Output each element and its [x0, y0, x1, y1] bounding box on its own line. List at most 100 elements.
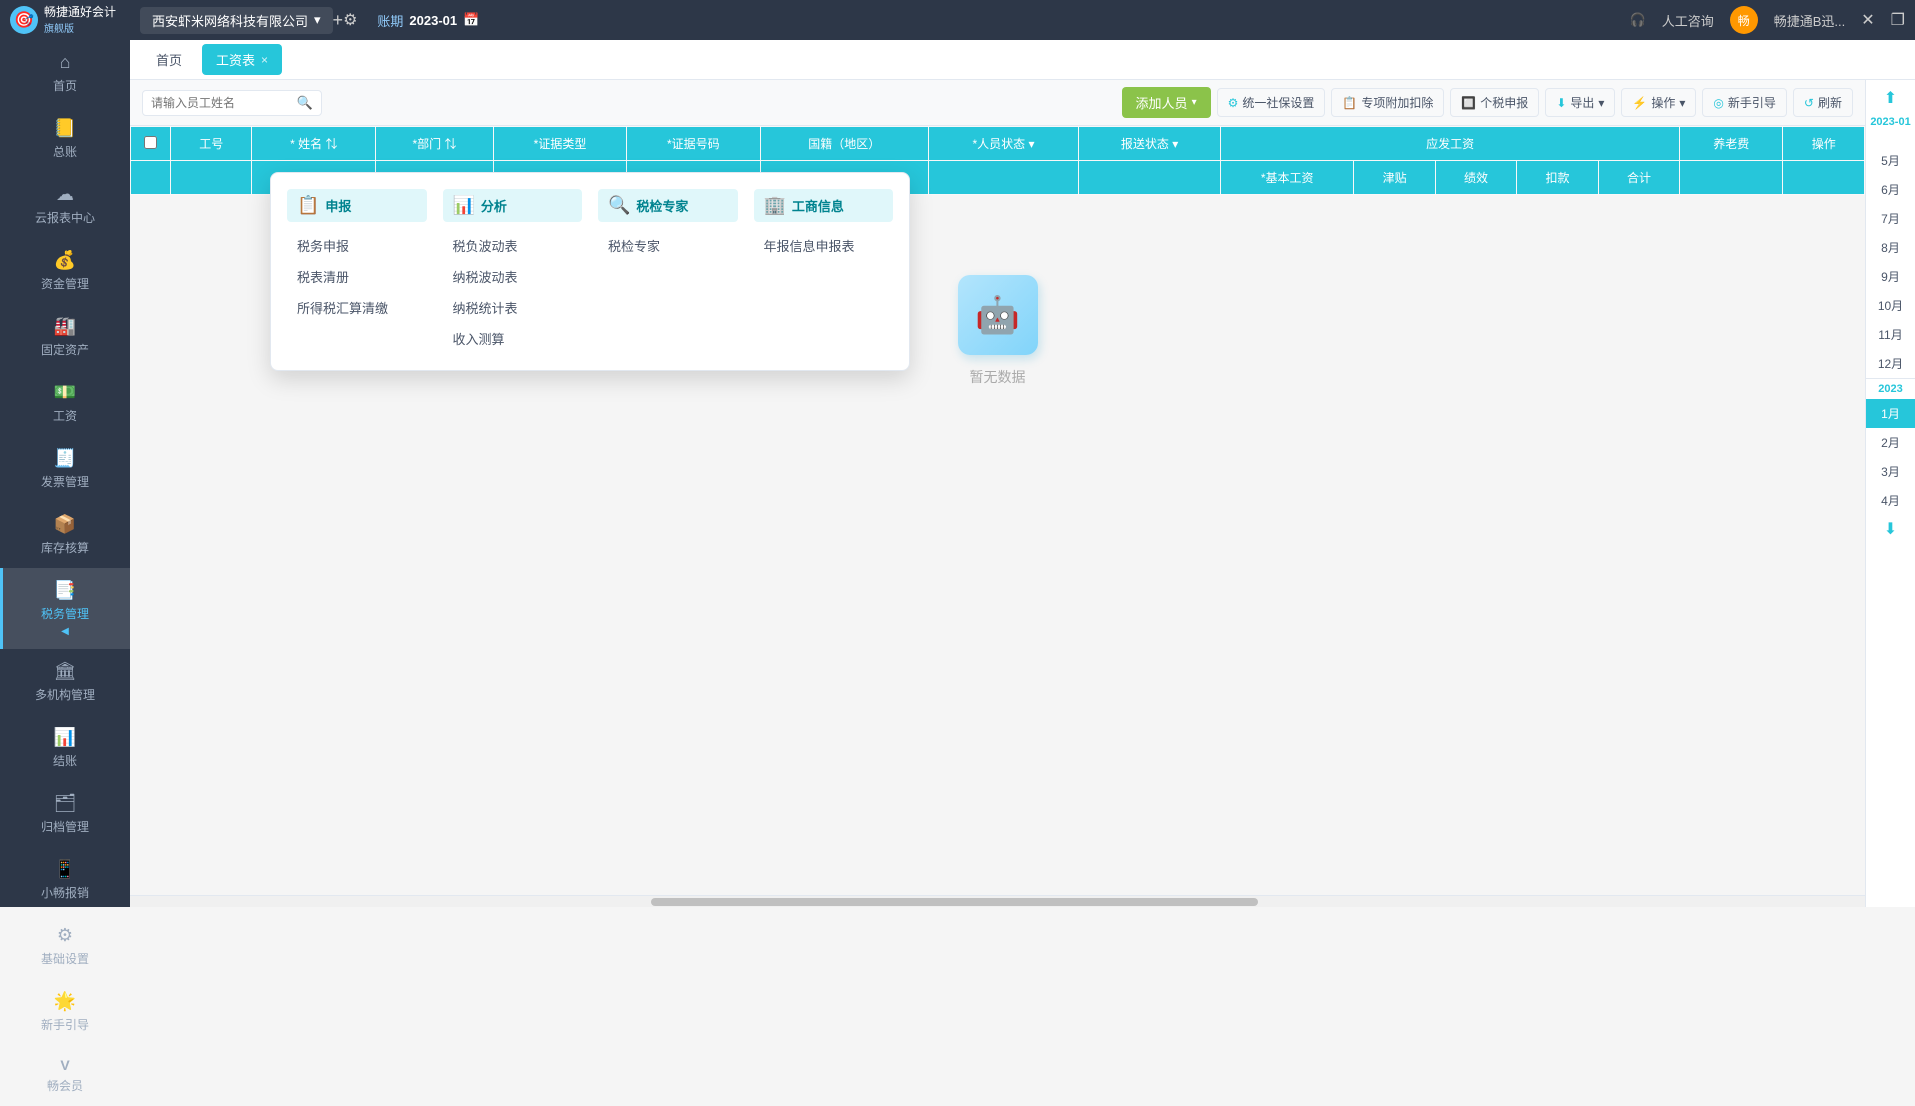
search-icon: 🔍 [297, 95, 313, 111]
customer-service-label[interactable]: 人工咨询 [1662, 11, 1714, 30]
export-icon: ⬇ [1556, 96, 1566, 110]
sidebar-item-salary[interactable]: 💵 工资 [0, 370, 130, 436]
sidebar-item-ledger[interactable]: 📒 总账 [0, 106, 130, 172]
th-status: *人员状态 ▾ [928, 127, 1078, 161]
th-allowance: 津贴 [1354, 161, 1435, 195]
logo-icon: 🎯 [10, 6, 38, 34]
menu-item-tax-expert[interactable]: 税检专家 [598, 230, 738, 261]
select-all-checkbox[interactable] [144, 136, 157, 149]
sidebar-item-settle[interactable]: 📊 结账 [0, 715, 130, 781]
cloud-icon: ☁ [56, 184, 74, 205]
period-label: 账期 [377, 11, 403, 30]
close-window-icon[interactable]: ✕ [1861, 10, 1874, 30]
th-check[interactable] [131, 127, 171, 161]
social-insurance-button[interactable]: ⚙ 统一社保设置 [1217, 88, 1326, 117]
sidebar-label-basic: 基础设置 [41, 950, 89, 967]
month-10[interactable]: 10月 [1866, 291, 1915, 320]
menu-section-shenbao: 📋 申报 税务申报 税表清册 所得税汇算清缴 [287, 189, 427, 354]
panel-down-arrow[interactable]: ⬇ [1880, 515, 1901, 543]
empty-text: 暂无数据 [970, 367, 1026, 387]
th-social: 养老费 [1680, 127, 1783, 161]
sidebar-label-fixed: 固定资产 [41, 341, 89, 358]
month-2[interactable]: 2月 [1866, 428, 1915, 457]
sidebar-item-home[interactable]: ⌂ 首页 [0, 40, 130, 106]
month-7[interactable]: 7月 [1866, 204, 1915, 233]
sidebar-label-inventory: 库存核算 [41, 539, 89, 556]
sidebar-label-invoice: 发票管理 [41, 473, 89, 490]
new-guide-button[interactable]: ◎ 新手引导 [1702, 88, 1787, 117]
invoice-icon: 🧾 [54, 448, 76, 469]
add-person-button[interactable]: 添加人员 ▾ [1122, 87, 1211, 118]
sidebar-item-multi[interactable]: 🏛 多机构管理 [0, 649, 130, 715]
month-3[interactable]: 3月 [1866, 457, 1915, 486]
sidebar-item-tax[interactable]: 📑 税务管理 ◀ [0, 568, 130, 649]
add-company-button[interactable]: + [333, 10, 344, 31]
sidebar-item-basic[interactable]: ⚙ 基础设置 [0, 913, 130, 979]
sidebar-item-archive[interactable]: 🗂 归档管理 [0, 781, 130, 847]
sidebar-item-invoice[interactable]: 🧾 发票管理 [0, 436, 130, 502]
sidebar-item-member[interactable]: V 畅会员 [0, 1045, 130, 1106]
settle-icon: 📊 [54, 727, 76, 748]
menu-item-tax-stats[interactable]: 纳税统计表 [443, 292, 583, 323]
export-button[interactable]: ⬇ 导出 ▾ [1545, 88, 1615, 117]
menu-item-income-estimate[interactable]: 收入测算 [443, 323, 583, 354]
menu-header-bizinfo: 🏢 工商信息 [754, 189, 894, 222]
sidebar-label-cloud: 云报表中心 [35, 209, 95, 226]
month-8[interactable]: 8月 [1866, 233, 1915, 262]
restore-window-icon[interactable]: ❐ [1891, 10, 1905, 30]
menu-item-income-tax[interactable]: 所得税汇算清缴 [287, 292, 427, 323]
sidebar-item-fixed[interactable]: 🏭 固定资产 [0, 304, 130, 370]
tax-icon: 📑 [54, 580, 76, 601]
period-display: 账期 2023-01 📅 [377, 11, 479, 30]
refresh-label: 刷新 [1818, 94, 1842, 111]
th-id-number: *证据号码 [627, 127, 760, 161]
sidebar-item-fund[interactable]: 💰 资金管理 [0, 238, 130, 304]
operation-button[interactable]: ⚡ 操作 ▾ [1621, 88, 1696, 117]
sidebar-item-inventory[interactable]: 📦 库存核算 [0, 502, 130, 568]
inventory-icon: 📦 [54, 514, 76, 535]
archive-icon: 🗂 [54, 793, 77, 814]
panel-up-arrow[interactable]: ⬆ [1880, 84, 1901, 112]
sidebar-item-cloud[interactable]: ☁ 云报表中心 [0, 172, 130, 238]
menu-header-fenxi: 📊 分析 [443, 189, 583, 222]
menu-item-tax-filing[interactable]: 税务申报 [287, 230, 427, 261]
header-actions: 🎧 人工咨询 畅 畅捷通B迅... ✕ ❐ [1630, 6, 1905, 34]
month-11[interactable]: 11月 [1866, 320, 1915, 349]
company-selector[interactable]: 西安虾米网络科技有限公司 ▾ [140, 7, 333, 34]
bottom-scrollbar[interactable] [130, 895, 1865, 907]
toolbar-right: 添加人员 ▾ ⚙ 统一社保设置 📋 专项附加扣除 🔲 [1122, 87, 1853, 118]
settings-icon[interactable]: ⚙ [343, 10, 357, 30]
sidebar-label-fund: 资金管理 [41, 275, 89, 292]
menu-item-tax-wave[interactable]: 纳税波动表 [443, 261, 583, 292]
toolbar: 🔍 添加人员 ▾ ⚙ 统一社保设置 📋 专项附加扣除 [130, 80, 1865, 126]
month-9[interactable]: 9月 [1866, 262, 1915, 291]
user-avatar[interactable]: 畅 [1730, 6, 1758, 34]
tab-home[interactable]: 首页 [140, 44, 198, 75]
user-name[interactable]: 畅捷通B迅... [1774, 11, 1846, 30]
personal-tax-button[interactable]: 🔲 个税申报 [1450, 88, 1539, 117]
menu-item-annual-report[interactable]: 年报信息申报表 [754, 230, 894, 261]
menu-item-tax-burden[interactable]: 税负波动表 [443, 230, 583, 261]
th-deduction: 扣款 [1517, 161, 1598, 195]
fixed-icon: 🏭 [54, 316, 76, 337]
month-5[interactable]: 5月 [1866, 146, 1915, 175]
month-1-active[interactable]: 1月 [1866, 399, 1915, 428]
sidebar-label-multi: 多机构管理 [35, 686, 95, 703]
month-4[interactable]: 4月 [1866, 486, 1915, 515]
refresh-button[interactable]: ↺ 刷新 [1793, 88, 1853, 117]
social-insurance-label: 统一社保设置 [1242, 94, 1314, 111]
sidebar-label-home: 首页 [53, 77, 77, 94]
th-social-sub [1680, 161, 1783, 195]
search-input[interactable] [151, 96, 293, 110]
month-6[interactable]: 6月 [1866, 175, 1915, 204]
salary-icon: 💵 [54, 382, 76, 403]
calendar-icon[interactable]: 📅 [463, 12, 479, 28]
tab-close-icon[interactable]: × [261, 53, 268, 67]
special-deduction-button[interactable]: 📋 专项附加扣除 [1331, 88, 1444, 117]
export-arrow-icon: ▾ [1598, 96, 1604, 110]
tab-salary-table[interactable]: 工资表 × [202, 44, 282, 75]
sidebar-item-xiaochang[interactable]: 📱 小畅报销 [0, 847, 130, 913]
month-12[interactable]: 12月 [1866, 349, 1915, 378]
sidebar-item-guide[interactable]: 🌟 新手引导 [0, 979, 130, 1045]
menu-item-tax-table[interactable]: 税表清册 [287, 261, 427, 292]
